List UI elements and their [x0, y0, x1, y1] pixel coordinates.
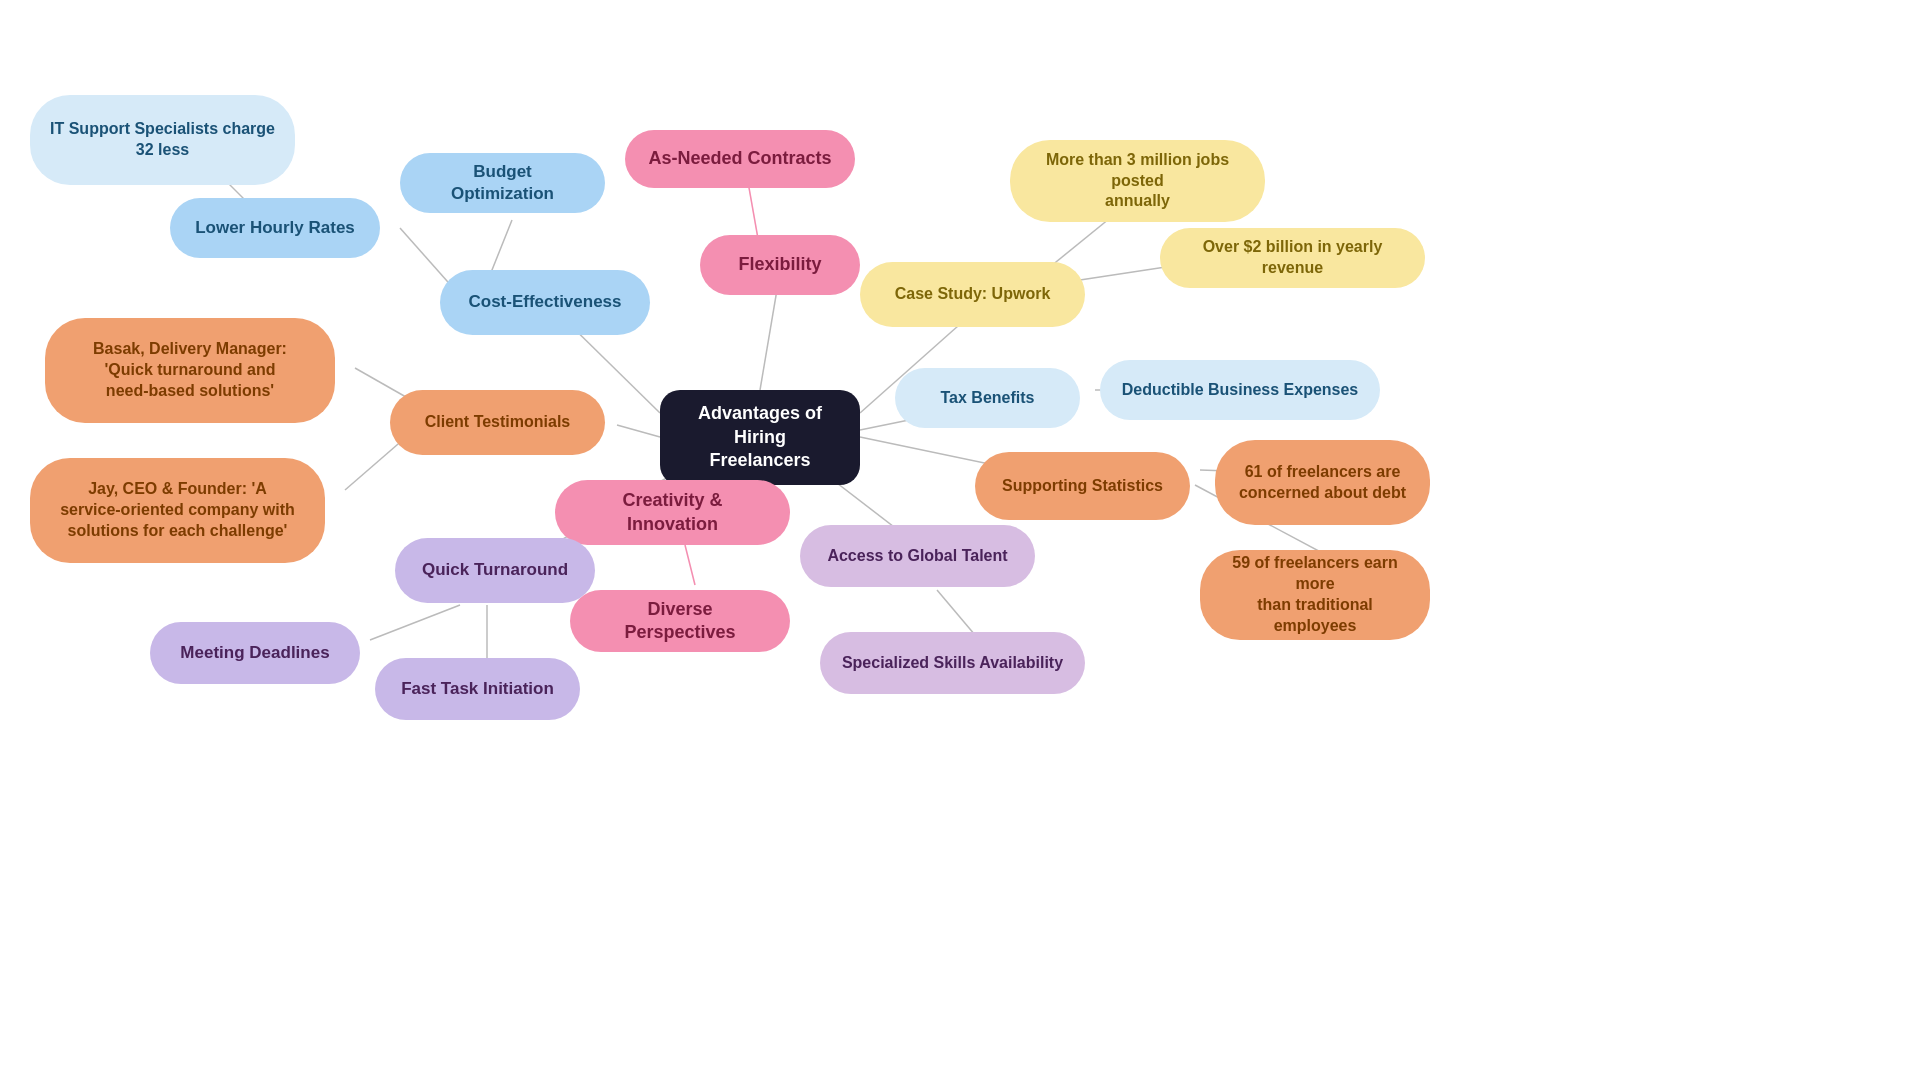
client-testimonials-label: Client Testimonials	[425, 412, 571, 433]
59-freelancers-label: 59 of freelancers earn more than traditi…	[1220, 553, 1410, 636]
diverse-perspectives-label: Diverse Perspectives	[590, 598, 770, 645]
61-freelancers-node: 61 of freelancers are concerned about de…	[1215, 440, 1430, 525]
creativity-innovation-node: Creativity & Innovation	[555, 480, 790, 545]
specialized-skills-node: Specialized Skills Availability	[820, 632, 1085, 694]
basak-label: Basak, Delivery Manager: 'Quick turnarou…	[93, 339, 287, 401]
cost-effectiveness-label: Cost-Effectiveness	[468, 291, 621, 313]
as-needed-contracts-node: As-Needed Contracts	[625, 130, 855, 188]
access-global-talent-node: Access to Global Talent	[800, 525, 1035, 587]
over-2b-label: Over $2 billion in yearly revenue	[1180, 237, 1405, 279]
basak-node: Basak, Delivery Manager: 'Quick turnarou…	[45, 318, 335, 423]
svg-line-10	[490, 220, 512, 275]
supporting-statistics-node: Supporting Statistics	[975, 452, 1190, 520]
jay-node: Jay, CEO & Founder: 'A service-oriented …	[30, 458, 325, 563]
jay-label: Jay, CEO & Founder: 'A service-oriented …	[60, 479, 295, 541]
61-freelancers-label: 61 of freelancers are concerned about de…	[1239, 462, 1406, 504]
client-testimonials-node: Client Testimonials	[390, 390, 605, 455]
svg-line-4	[617, 425, 660, 437]
meeting-deadlines-label: Meeting Deadlines	[180, 642, 329, 664]
59-freelancers-node: 59 of freelancers earn more than traditi…	[1200, 550, 1430, 640]
as-needed-contracts-label: As-Needed Contracts	[648, 147, 831, 170]
svg-line-20	[685, 545, 695, 585]
flexibility-node: Flexibility	[700, 235, 860, 295]
it-support-label: IT Support Specialists charge 32 less	[50, 119, 275, 161]
meeting-deadlines-node: Meeting Deadlines	[150, 622, 360, 684]
quick-turnaround-node: Quick Turnaround	[395, 538, 595, 603]
more-than-3m-node: More than 3 million jobs posted annually	[1010, 140, 1265, 222]
supporting-statistics-label: Supporting Statistics	[1002, 476, 1163, 497]
center-node: Advantages of Hiring Freelancers	[660, 390, 860, 485]
tax-benefits-node: Tax Benefits	[895, 368, 1080, 428]
quick-turnaround-label: Quick Turnaround	[422, 559, 568, 581]
over-2b-node: Over $2 billion in yearly revenue	[1160, 228, 1425, 288]
lower-hourly-rates-node: Lower Hourly Rates	[170, 198, 380, 258]
center-label: Advantages of Hiring Freelancers	[680, 402, 840, 472]
budget-optimization-label: Budget Optimization	[420, 161, 585, 205]
fast-task-initiation-label: Fast Task Initiation	[401, 678, 554, 700]
creativity-innovation-label: Creativity & Innovation	[575, 489, 770, 536]
more-than-3m-label: More than 3 million jobs posted annually	[1030, 150, 1245, 212]
flexibility-label: Flexibility	[738, 253, 821, 276]
lower-hourly-rates-label: Lower Hourly Rates	[195, 217, 355, 239]
cost-effectiveness-node: Cost-Effectiveness	[440, 270, 650, 335]
budget-optimization-node: Budget Optimization	[400, 153, 605, 213]
tax-benefits-label: Tax Benefits	[941, 388, 1035, 409]
fast-task-initiation-node: Fast Task Initiation	[375, 658, 580, 720]
svg-line-22	[370, 605, 460, 640]
access-global-talent-label: Access to Global Talent	[827, 546, 1007, 567]
case-study-upwork-label: Case Study: Upwork	[895, 284, 1051, 305]
specialized-skills-label: Specialized Skills Availability	[842, 653, 1063, 674]
svg-line-21	[937, 590, 975, 635]
deductible-expenses-node: Deductible Business Expenses	[1100, 360, 1380, 420]
diverse-perspectives-node: Diverse Perspectives	[570, 590, 790, 652]
case-study-upwork-node: Case Study: Upwork	[860, 262, 1085, 327]
deductible-expenses-label: Deductible Business Expenses	[1122, 380, 1359, 401]
it-support-node: IT Support Specialists charge 32 less	[30, 95, 295, 185]
